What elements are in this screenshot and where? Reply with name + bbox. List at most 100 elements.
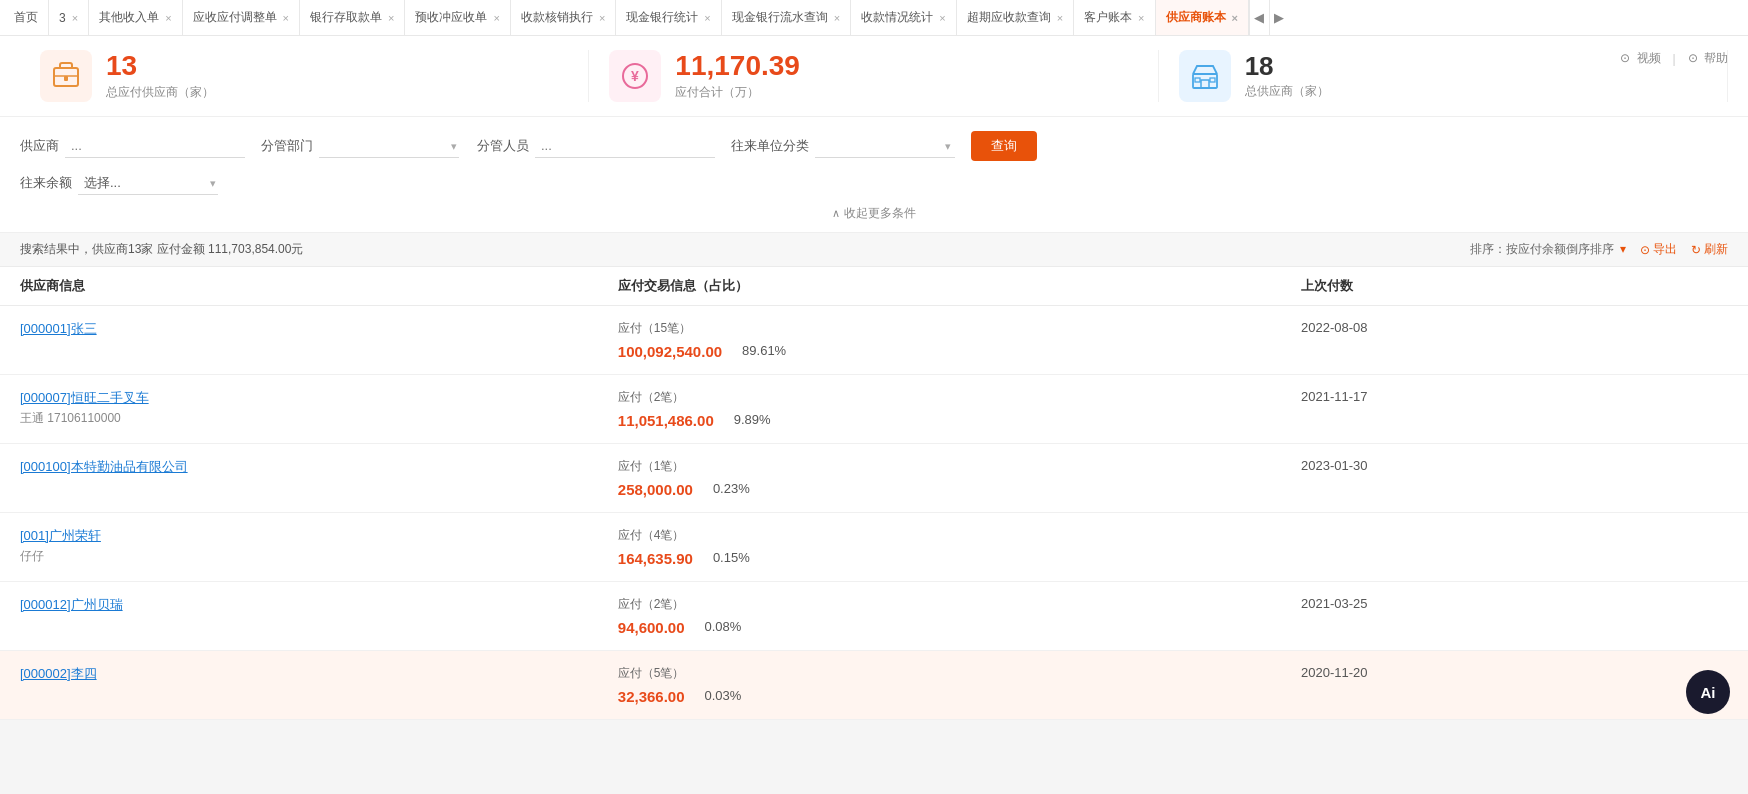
video-link[interactable]: ⊙ 视频 — [1620, 50, 1660, 67]
transaction-percent-2: 0.23% — [713, 481, 750, 496]
nav-tab-overdue-query-label: 超期应收款查询 — [967, 9, 1051, 26]
nav-tab-cash-bank-stat-close[interactable]: × — [704, 12, 710, 24]
nav-tab-other-income[interactable]: 其他收入单 × — [89, 0, 182, 36]
balance-filter-label: 往来余额 — [20, 174, 72, 192]
nav-tab-3-close[interactable]: × — [72, 12, 78, 24]
sort-label[interactable]: 排序：按应付余额倒序排序 ▾ — [1470, 241, 1626, 258]
dept-select[interactable] — [319, 134, 459, 158]
dept-filter: 分管部门 — [261, 134, 461, 158]
supplier-link-2[interactable]: [000100]本特勤油品有限公司 — [20, 458, 618, 476]
nav-tab-other-income-label: 其他收入单 — [99, 9, 159, 26]
supplier-cell-2: [000100]本特勤油品有限公司 — [20, 458, 618, 476]
person-filter-label: 分管人员 — [477, 137, 529, 155]
nav-tab-supplier-account[interactable]: 供应商账本 × — [1156, 0, 1249, 36]
table-body: [000001]张三 应付（15笔） 100,092,540.00 89.61%… — [0, 306, 1748, 720]
nav-tab-supplier-account-close[interactable]: × — [1232, 12, 1238, 24]
query-button[interactable]: 查询 — [971, 131, 1037, 161]
supplier-filter: 供应商 — [20, 134, 245, 158]
nav-tab-ap-adjust[interactable]: 应收应付调整单 × — [183, 0, 300, 36]
balance-filter: 往来余额 选择... — [20, 171, 220, 195]
last-pay-date-2: 2023-01-30 — [1301, 458, 1728, 473]
nav-tab-cash-bank-stat[interactable]: 现金银行统计 × — [616, 0, 721, 36]
col-header-lastpay: 上次付数 — [1301, 277, 1728, 295]
filter-row-2: 往来余额 选择... — [20, 171, 1728, 195]
transaction-type-0: 应付（15笔） — [618, 320, 1301, 337]
transaction-amount-4[interactable]: 94,600.00 — [618, 619, 685, 636]
collapse-button[interactable]: ∧ 收起更多条件 — [832, 205, 916, 222]
nav-tab-cash-bank-stat-label: 现金银行统计 — [626, 9, 698, 26]
last-pay-date-5: 2020-11-20 — [1301, 665, 1728, 680]
ap-icon: ¥ — [609, 50, 661, 102]
transaction-cell-1: 应付（2笔） 11,051,486.00 9.89% — [618, 389, 1301, 429]
nav-tab-collection-verify-close[interactable]: × — [599, 12, 605, 24]
sort-chevron-icon: ▾ — [1620, 242, 1626, 256]
video-label: 视频 — [1637, 51, 1661, 65]
result-actions: 排序：按应付余额倒序排序 ▾ ⊙ 导出 ↻ 刷新 — [1470, 241, 1728, 258]
col-header-supplier: 供应商信息 — [20, 277, 618, 295]
nav-tab-3[interactable]: 3 × — [49, 0, 89, 36]
person-input[interactable] — [535, 134, 715, 158]
table-row: [000002]李四 应付（5笔） 32,366.00 0.03% 2020-1… — [0, 651, 1748, 720]
category-select[interactable] — [815, 134, 955, 158]
last-pay-date-0: 2022-08-08 — [1301, 320, 1728, 335]
all-suppliers-label: 总供应商（家） — [1245, 83, 1329, 100]
transaction-amount-0[interactable]: 100,092,540.00 — [618, 343, 722, 360]
svg-rect-9 — [1210, 78, 1215, 82]
video-circle-icon: ⊙ — [1620, 51, 1630, 65]
refresh-icon: ↻ — [1691, 243, 1701, 257]
nav-tab-collection-verify[interactable]: 收款核销执行 × — [511, 0, 616, 36]
nav-tab-bank-deposit[interactable]: 银行存取款单 × — [300, 0, 405, 36]
table-row: [001]广州荣轩 仔仔 应付（4笔） 164,635.90 0.15% — [0, 513, 1748, 582]
supplier-link-0[interactable]: [000001]张三 — [20, 320, 618, 338]
supplier-cell-3: [001]广州荣轩 仔仔 — [20, 527, 618, 565]
lastpay-cell-4: 2021-03-25 — [1301, 596, 1728, 611]
ai-badge[interactable]: Ai — [1686, 670, 1730, 714]
transaction-amount-2[interactable]: 258,000.00 — [618, 481, 693, 498]
transaction-amount-3[interactable]: 164,635.90 — [618, 550, 693, 567]
transaction-amount-1[interactable]: 11,051,486.00 — [618, 412, 714, 429]
export-button[interactable]: ⊙ 导出 — [1640, 241, 1677, 258]
nav-tab-prepay[interactable]: 预收冲应收单 × — [405, 0, 510, 36]
supplier-link-5[interactable]: [000002]李四 — [20, 665, 618, 683]
help-link[interactable]: ⊙ 帮助 — [1688, 50, 1728, 67]
refresh-label: 刷新 — [1704, 241, 1728, 258]
supplier-link-1[interactable]: [000007]恒旺二手叉车 — [20, 389, 618, 407]
balance-select-wrap: 选择... — [78, 171, 220, 195]
supplier-link-3[interactable]: [001]广州荣轩 — [20, 527, 618, 545]
nav-tab-home[interactable]: 首页 — [4, 0, 49, 36]
nav-tab-bank-deposit-close[interactable]: × — [388, 12, 394, 24]
result-bar: 搜索结果中，供应商13家 应付金额 111,703,854.00元 排序：按应付… — [0, 233, 1748, 267]
nav-tab-cash-bank-flow[interactable]: 现金银行流水查询 × — [722, 0, 851, 36]
nav-right-arrow[interactable]: ▶ — [1269, 0, 1289, 36]
supplier-link-4[interactable]: [000012]广州贝瑞 — [20, 596, 618, 614]
nav-tab-other-income-close[interactable]: × — [165, 12, 171, 24]
nav-left-arrow[interactable]: ◀ — [1249, 0, 1269, 36]
nav-tab-overdue-query-close[interactable]: × — [1057, 12, 1063, 24]
lastpay-cell-1: 2021-11-17 — [1301, 389, 1728, 404]
refresh-button[interactable]: ↻ 刷新 — [1691, 241, 1728, 258]
transaction-amount-5[interactable]: 32,366.00 — [618, 688, 685, 705]
supplier-filter-label: 供应商 — [20, 137, 59, 155]
transaction-type-2: 应付（1笔） — [618, 458, 1301, 475]
nav-tab-customer-account[interactable]: 客户账本 × — [1074, 0, 1155, 36]
data-table: 供应商信息 应付交易信息（占比） 上次付数 [000001]张三 应付（15笔）… — [0, 267, 1748, 720]
balance-select[interactable]: 选择... — [78, 171, 218, 195]
summary-actions: ⊙ 视频 | ⊙ 帮助 — [1620, 50, 1728, 67]
collapse-label: 收起更多条件 — [844, 205, 916, 222]
nav-tab-ap-adjust-close[interactable]: × — [283, 12, 289, 24]
nav-tab-prepay-close[interactable]: × — [493, 12, 499, 24]
nav-tab-overdue-query[interactable]: 超期应收款查询 × — [957, 0, 1074, 36]
nav-tab-cash-bank-flow-close[interactable]: × — [834, 12, 840, 24]
total-suppliers-label: 总应付供应商（家） — [106, 84, 214, 101]
col-header-transaction: 应付交易信息（占比） — [618, 277, 1301, 295]
nav-tab-collection-stat[interactable]: 收款情况统计 × — [851, 0, 956, 36]
total-ap-label: 应付合计（万） — [675, 84, 800, 101]
nav-tab-collection-stat-label: 收款情况统计 — [861, 9, 933, 26]
nav-tab-customer-account-close[interactable]: × — [1138, 12, 1144, 24]
supplier-input[interactable] — [65, 134, 245, 158]
transaction-cell-3: 应付（4笔） 164,635.90 0.15% — [618, 527, 1301, 567]
nav-tab-ap-adjust-label: 应收应付调整单 — [193, 9, 277, 26]
svg-rect-5 — [1193, 74, 1217, 88]
nav-tab-collection-stat-close[interactable]: × — [939, 12, 945, 24]
table-header: 供应商信息 应付交易信息（占比） 上次付数 — [0, 267, 1748, 306]
